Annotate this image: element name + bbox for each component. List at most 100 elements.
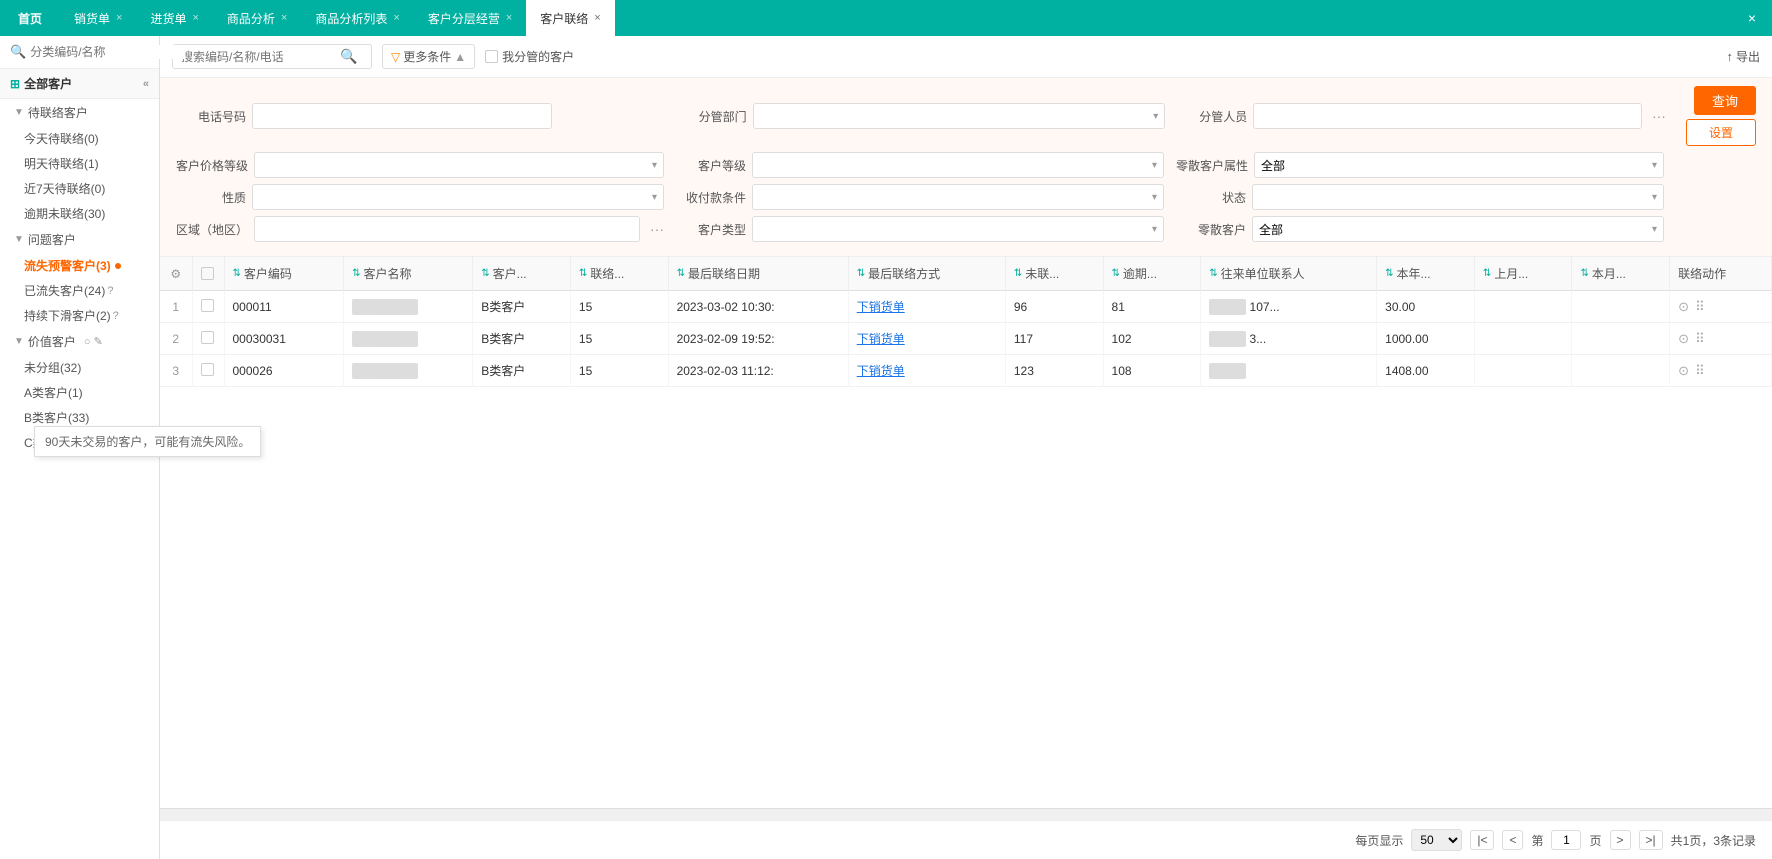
filter-label-status: 状态 xyxy=(1176,189,1246,206)
filter-select-retail-attr[interactable]: 全部 ▾ xyxy=(1254,152,1664,178)
sidebar-item-churned[interactable]: 已流失客户(24) ? xyxy=(0,278,159,303)
filter-select-region[interactable] xyxy=(254,216,640,242)
filter-select-price-level[interactable]: ▾ xyxy=(254,152,664,178)
row-checkbox[interactable] xyxy=(201,363,214,376)
filter-label-person: 分管人员 xyxy=(1177,108,1247,125)
tab-product-analysis-close[interactable]: × xyxy=(281,12,287,24)
contact-type-link[interactable]: 下销货单 xyxy=(857,300,905,314)
row-checkbox[interactable] xyxy=(201,299,214,312)
filter-select-payment[interactable]: ▾ xyxy=(752,184,1164,210)
filter-select-cust-type[interactable]: ▾ xyxy=(752,216,1164,242)
sidebar-search-input[interactable] xyxy=(30,45,185,59)
col-last-contact-type[interactable]: ⇅ 最后联络方式 xyxy=(848,257,1005,291)
col-name[interactable]: ⇅ 客户名称 xyxy=(344,257,473,291)
col-overdue[interactable]: ⇅ 逾期... xyxy=(1103,257,1201,291)
filter-label-retail-cust: 零散客户 xyxy=(1176,221,1246,238)
tab-product-list-close[interactable]: × xyxy=(393,12,399,24)
cell-checkbox[interactable] xyxy=(192,291,224,323)
tab-home[interactable]: 首页 xyxy=(0,0,60,36)
filter-select-cust-level[interactable]: ▾ xyxy=(752,152,1164,178)
sidebar-item-declining[interactable]: 持续下滑客户(2) ? xyxy=(0,303,159,328)
col-this-month[interactable]: ⇅ 本月... xyxy=(1572,257,1670,291)
last-page-btn[interactable]: >| xyxy=(1639,830,1663,850)
row-checkbox[interactable] xyxy=(201,331,214,344)
col-cust-type[interactable]: ⇅ 客户... xyxy=(473,257,571,291)
col-last-month[interactable]: ⇅ 上月... xyxy=(1474,257,1572,291)
tab-product-list[interactable]: 商品分析列表 × xyxy=(301,0,413,36)
tab-customer-tier-close[interactable]: × xyxy=(506,12,512,24)
filter-select-nature[interactable]: ▾ xyxy=(252,184,664,210)
sidebar-item-ungrouped[interactable]: 未分组(32) xyxy=(0,355,159,380)
action-more-icon[interactable]: ⠿ xyxy=(1695,299,1705,315)
col-code[interactable]: ⇅ 客户编码 xyxy=(224,257,344,291)
cell-checkbox[interactable] xyxy=(192,323,224,355)
page-number-input[interactable] xyxy=(1551,830,1581,850)
col-uncontacted[interactable]: ⇅ 未联... xyxy=(1005,257,1103,291)
filter-select-dept[interactable]: ▾ xyxy=(753,103,1166,129)
sidebar-item-tomorrow-pending[interactable]: 明天待联络(1) xyxy=(0,151,159,176)
region-ellipsis[interactable]: ··· xyxy=(650,221,664,237)
filter-input-phone[interactable] xyxy=(252,103,552,129)
col-checkbox[interactable] xyxy=(192,257,224,291)
action-link-icon[interactable]: ⊙ xyxy=(1678,299,1689,315)
contact-type-link[interactable]: 下销货单 xyxy=(857,364,905,378)
sidebar-item-today-pending[interactable]: 今天待联络(0) xyxy=(0,126,159,151)
tab-product-analysis[interactable]: 商品分析 × xyxy=(213,0,301,36)
col-last-contact-date[interactable]: ⇅ 最后联络日期 xyxy=(668,257,848,291)
filter-select-person[interactable] xyxy=(1253,103,1642,129)
col-contact-person[interactable]: ⇅ 往来单位联系人 xyxy=(1201,257,1377,291)
tab-sales[interactable]: 销货单 × xyxy=(60,0,136,36)
tab-customer-contact-close[interactable]: × xyxy=(594,12,600,24)
sidebar-group-value[interactable]: ▼ 价值客户 ○ ✎ xyxy=(0,328,159,355)
more-conditions-btn[interactable]: ▽ 更多条件 ▲ xyxy=(382,44,475,69)
select-all-checkbox[interactable] xyxy=(201,267,214,280)
sidebar-item-week-pending[interactable]: 近7天待联络(0) xyxy=(0,176,159,201)
content-area: 🔍 ▽ 更多条件 ▲ 我分管的客户 ↑ 导出 电话号码 xyxy=(160,36,1772,859)
tab-purchase[interactable]: 进货单 × xyxy=(136,0,212,36)
sidebar-item-class-a[interactable]: A类客户(1) xyxy=(0,380,159,405)
filter-select-retail-cust[interactable]: 全部 ▾ xyxy=(1252,216,1664,242)
page-size-select[interactable]: 50 100 200 xyxy=(1411,829,1462,851)
sidebar-item-churn-warning[interactable]: 流失预警客户(3) xyxy=(0,253,159,278)
action-more-icon[interactable]: ⠿ xyxy=(1695,331,1705,347)
action-more-icon[interactable]: ⠿ xyxy=(1695,363,1705,379)
contact-type-link[interactable]: 下销货单 xyxy=(857,332,905,346)
tab-customer-tier[interactable]: 客户分层经营 × xyxy=(414,0,526,36)
sidebar-group-problem[interactable]: ▼ 问题客户 xyxy=(0,226,159,253)
horizontal-scrollbar[interactable] xyxy=(160,808,1772,820)
query-btn[interactable]: 查询 xyxy=(1694,86,1756,115)
export-btn[interactable]: ↑ 导出 xyxy=(1726,48,1760,65)
cell-checkbox[interactable] xyxy=(192,355,224,387)
page-size-label: 每页显示 xyxy=(1355,832,1403,849)
close-all-tabs[interactable]: × xyxy=(1732,10,1772,26)
tab-customer-contact[interactable]: 客户联络 × xyxy=(526,0,614,36)
my-customers-checkbox[interactable] xyxy=(485,50,498,63)
person-ellipsis[interactable]: ··· xyxy=(1652,108,1666,124)
first-page-btn[interactable]: |< xyxy=(1470,830,1494,850)
cell-contact-count: 15 xyxy=(570,355,668,387)
col-settings[interactable]: ⚙ xyxy=(160,257,192,291)
sidebar-search-box[interactable]: 🔍 xyxy=(0,36,159,69)
table-row: 3 000026 ███ B类客户 15 2023-02-03 11:12: 下… xyxy=(160,355,1772,387)
filter-select-status[interactable]: ▾ xyxy=(1252,184,1664,210)
col-this-year[interactable]: ⇅ 本年... xyxy=(1377,257,1475,291)
col-date-sort-icon: ⇅ xyxy=(677,268,685,279)
tab-purchase-close[interactable]: × xyxy=(192,12,198,24)
settings-btn[interactable]: 设置 xyxy=(1686,119,1756,146)
my-customers-toggle[interactable]: 我分管的客户 xyxy=(485,48,574,65)
action-link-icon[interactable]: ⊙ xyxy=(1678,331,1689,347)
sidebar-item-overdue[interactable]: 逾期未联络(30) xyxy=(0,201,159,226)
sidebar-group-pending[interactable]: ▼ 待联络客户 xyxy=(0,99,159,126)
action-link-icon[interactable]: ⊙ xyxy=(1678,363,1689,379)
tab-sales-close[interactable]: × xyxy=(116,12,122,24)
value-arrow: ▼ xyxy=(14,336,24,347)
next-page-btn[interactable]: > xyxy=(1610,830,1631,850)
cell-name: ███ xyxy=(344,355,473,387)
sidebar-root[interactable]: ⊞ 全部客户 « xyxy=(0,69,159,99)
col-contact-count[interactable]: ⇅ 联络... xyxy=(570,257,668,291)
search-input[interactable] xyxy=(181,50,336,64)
search-submit-icon[interactable]: 🔍 xyxy=(340,48,357,65)
prev-page-btn[interactable]: < xyxy=(1502,830,1523,850)
filter-cell-nature: 性质 ▾ xyxy=(176,184,676,210)
search-box[interactable]: 🔍 xyxy=(172,44,372,69)
